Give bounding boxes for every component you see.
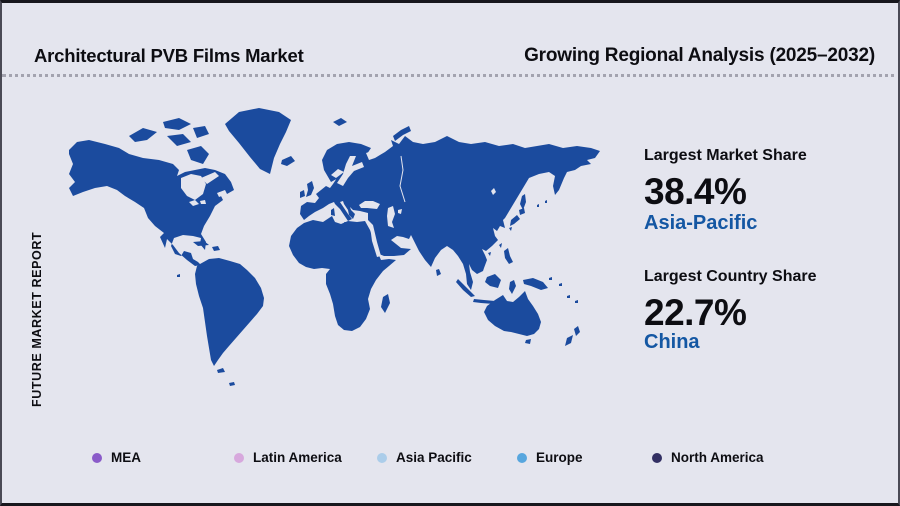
continent-south-america [177,258,264,373]
legend-dot [92,452,102,463]
stat-value-market-share: 38.4% [644,171,747,212]
legend-item-north-america: North America [652,450,764,465]
greenland [225,108,291,174]
arctic-islands [129,118,209,164]
stat-region-country-share: China [644,331,700,353]
legend-label: North America [671,450,764,465]
new-zealand [565,326,580,346]
caribbean-islands [193,241,220,251]
world-map [69,108,600,386]
stat-value-country-share: 22.7% [644,292,747,333]
legend-item-latin-america: Latin America [234,450,342,465]
legend-dot [234,452,244,463]
legend-dot [517,452,527,463]
legend-item-mea: MEA [92,450,141,465]
arctic-eurasia-islands [333,118,411,141]
legend-label: MEA [111,450,141,465]
stat-label-country-share: Largest Country Share [644,268,817,285]
madagascar [381,294,390,313]
stat-region-market-share: Asia-Pacific [644,212,758,234]
legend-item-europe: Europe [517,450,583,465]
british-isles [300,181,314,198]
continent-north-america [69,140,234,266]
sri-lanka [436,269,441,276]
stat-label-market-share: Largest Market Share [644,147,807,164]
legend-item-asia-pacific: Asia Pacific [377,450,472,465]
legend-label: Europe [536,450,583,465]
legend-label: Asia Pacific [396,450,472,465]
infographic-frame: Architectural PVB Films Market Growing R… [0,0,900,506]
legend-dot [377,452,387,463]
legend-dot [652,452,662,463]
continent-australia [484,291,541,336]
brand-watermark: FUTURE MARKET REPORT [30,231,44,407]
legend-label: Latin America [253,450,342,465]
page-title: Architectural PVB Films Market [34,45,304,66]
page-subtitle: Growing Regional Analysis (2025–2032) [524,45,875,66]
iceland [281,156,295,166]
tasmania [525,339,531,344]
dotted-divider [2,74,898,77]
